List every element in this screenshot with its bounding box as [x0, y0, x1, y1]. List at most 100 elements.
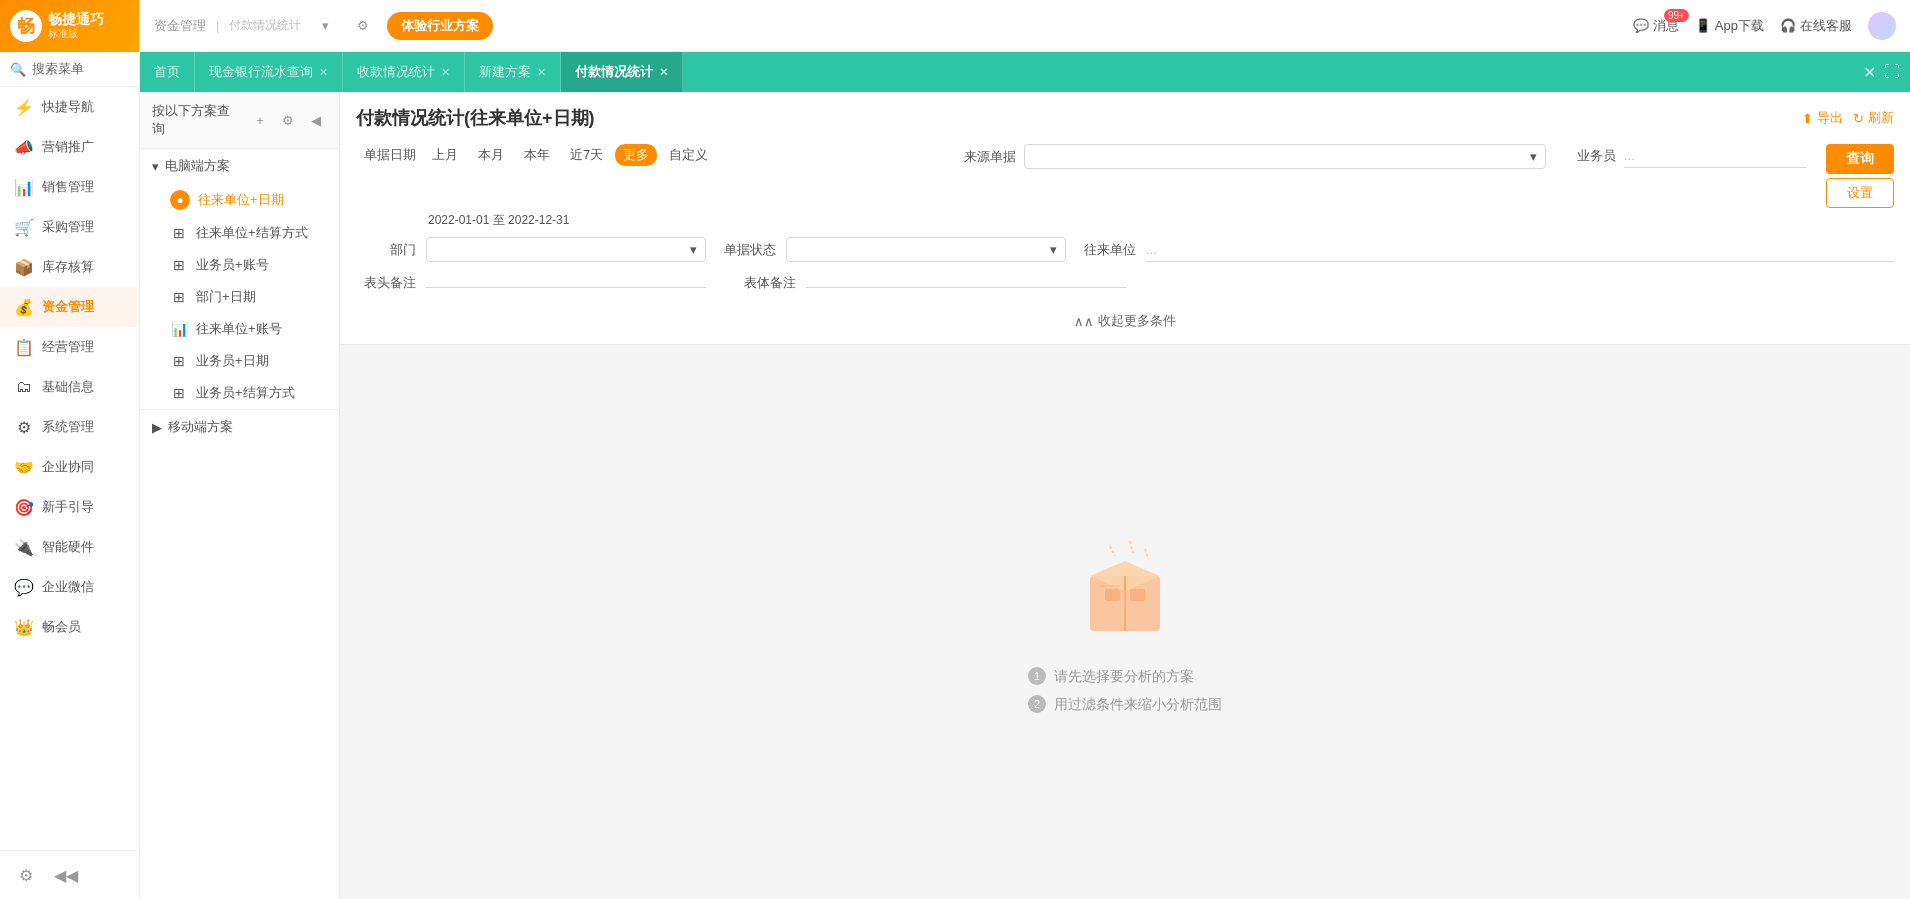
trial-btn[interactable]: 体验行业方案 [387, 12, 493, 40]
notifications-btn[interactable]: 💬 消息 99+ [1633, 17, 1679, 35]
sidebar-item-member[interactable]: 👑 畅会员 [0, 607, 139, 647]
tab-payment-stats[interactable]: 付款情况统计 ✕ [561, 52, 683, 92]
empty-step-2: 2 用过滤条件来缩小分析范围 [1028, 690, 1222, 718]
online-service-btn[interactable]: 🎧 在线客服 [1780, 17, 1852, 35]
tab-close-receipt-stats[interactable]: ✕ [441, 66, 450, 79]
sidebar-item-marketing[interactable]: 📣 营销推广 [0, 127, 139, 167]
scheme-item-dept-date[interactable]: ⊞ 部门+日期 [140, 281, 339, 313]
topbar-dropdown-btn[interactable]: ▾ [311, 12, 339, 40]
sidebar-item-purchase[interactable]: 🛒 采购管理 [0, 207, 139, 247]
sidebar-item-sales[interactable]: 📊 销售管理 [0, 167, 139, 207]
empty-illustration [1065, 526, 1185, 646]
empty-state: 1 请先选择要分析的方案 2 用过滤条件来缩小分析范围 [340, 345, 1910, 899]
dept-dropdown-icon: ▾ [690, 242, 697, 257]
scheme-item-unit-account[interactable]: 📊 往来单位+账号 [140, 313, 339, 345]
headset-icon: 🎧 [1780, 18, 1796, 33]
sidebar-item-quick-nav[interactable]: ⚡ 快捷导航 [0, 87, 139, 127]
sidebar-item-finance[interactable]: 💰 资金管理 [0, 287, 139, 327]
tab-home[interactable]: 首页 [140, 52, 195, 92]
svg-line-7 [1110, 546, 1115, 556]
sub-breadcrumb: 付款情况统计 [229, 17, 301, 34]
scheme-icon-4: 📊 [170, 320, 188, 338]
settings-bottom-btn[interactable]: ⚙ [10, 859, 42, 891]
refresh-btn[interactable]: ↻ 刷新 [1853, 109, 1894, 127]
desktop-scheme-group[interactable]: ▾ 电脑端方案 [140, 149, 339, 183]
collapse-sidebar-btn[interactable]: ◀◀ [50, 859, 82, 891]
sidebar-item-operation[interactable]: 📋 经营管理 [0, 327, 139, 367]
date-tab-this-year[interactable]: 本年 [516, 144, 558, 166]
sidebar-item-inventory[interactable]: 📦 库存核算 [0, 247, 139, 287]
newbie-icon: 🎯 [14, 497, 34, 517]
tabs-bar: 首页 现金银行流水查询 ✕ 收款情况统计 ✕ 新建方案 ✕ 付款情况统计 ✕ ✕… [140, 52, 1910, 92]
sidebar-item-newbie[interactable]: 🎯 新手引导 [0, 487, 139, 527]
purchase-icon: 🛒 [14, 217, 34, 237]
refresh-icon: ↻ [1853, 111, 1864, 126]
scheme-item-staff-date[interactable]: ⊞ 业务员+日期 [140, 345, 339, 377]
empty-texts: 1 请先选择要分析的方案 2 用过滤条件来缩小分析范围 [1028, 662, 1222, 718]
source-select[interactable]: ▾ [1024, 144, 1546, 169]
tab-bank-flow[interactable]: 现金银行流水查询 ✕ [195, 52, 343, 92]
setting-btn[interactable]: 设置 [1826, 178, 1894, 208]
member-icon: 👑 [14, 617, 34, 637]
header-note-input[interactable] [426, 279, 706, 288]
tab-close-new-scheme[interactable]: ✕ [537, 66, 546, 79]
staff-label: 业务员 [1556, 147, 1616, 165]
mobile-scheme-group[interactable]: ▶ 移动端方案 [140, 409, 339, 444]
tabs-expand-btn[interactable]: ⛶ [1884, 63, 1900, 81]
topbar-left: 资金管理 | 付款情况统计 ▾ ⚙ 体验行业方案 [154, 12, 493, 40]
tab-close-bank-flow[interactable]: ✕ [319, 66, 328, 79]
scheme-icon-3: ⊞ [170, 288, 188, 306]
scheme-item-staff-account[interactable]: ⊞ 业务员+账号 [140, 249, 339, 281]
basic-icon: 🗂 [14, 377, 34, 397]
sidebar-item-system[interactable]: ⚙ 系统管理 [0, 407, 139, 447]
user-avatar[interactable] [1868, 12, 1896, 40]
tab-close-payment-stats[interactable]: ✕ [659, 66, 668, 79]
sidebar-item-wechat[interactable]: 💬 企业微信 [0, 567, 139, 607]
body-note-input[interactable] [806, 279, 1126, 288]
date-tab-this-month[interactable]: 本月 [470, 144, 512, 166]
system-icon: ⚙ [14, 417, 34, 437]
tab-new-scheme[interactable]: 新建方案 ✕ [465, 52, 561, 92]
main-area: 资金管理 | 付款情况统计 ▾ ⚙ 体验行业方案 💬 消息 99+ 📱 App下… [140, 0, 1910, 899]
app-download-btn[interactable]: 📱 App下载 [1695, 17, 1764, 35]
doc-status-dropdown-icon: ▾ [1050, 242, 1057, 257]
tab-receipt-stats[interactable]: 收款情况统计 ✕ [343, 52, 465, 92]
dept-select[interactable]: ▾ [426, 237, 706, 262]
date-range-text: 2022-01-01 至 2022-12-31 [428, 213, 569, 227]
topbar-settings-btn[interactable]: ⚙ [349, 12, 377, 40]
doc-status-label: 单据状态 [716, 241, 776, 259]
doc-status-select[interactable]: ▾ [786, 237, 1066, 262]
partner-input[interactable]: ... [1146, 238, 1894, 262]
sidebar-item-basic[interactable]: 🗂 基础信息 [0, 367, 139, 407]
operation-icon: 📋 [14, 337, 34, 357]
finance-icon: 💰 [14, 297, 34, 317]
collapse-filter-btn[interactable]: ∧∧ 收起更多条件 [356, 304, 1894, 338]
sidebar-search[interactable]: 🔍 搜索菜单 [0, 52, 139, 87]
query-btn[interactable]: 查询 [1826, 144, 1894, 174]
tabs-close-all-btn[interactable]: ✕ [1863, 63, 1876, 82]
scheme-collapse-btn[interactable]: ◀ [305, 109, 327, 131]
active-scheme-icon: ● [170, 190, 190, 210]
date-tab-7days[interactable]: 近7天 [562, 144, 611, 166]
scheme-panel-header: 按以下方案查询 + ⚙ ◀ [140, 92, 339, 149]
staff-input[interactable]: ... [1624, 144, 1806, 168]
sidebar-item-enterprise[interactable]: 🤝 企业协同 [0, 447, 139, 487]
export-btn[interactable]: ⬆ 导出 [1802, 109, 1843, 127]
chevron-down-icon: ▾ [152, 159, 159, 174]
breadcrumb: 资金管理 [154, 17, 206, 35]
scheme-settings-btn[interactable]: ⚙ [277, 109, 299, 131]
scheme-item-staff-settle[interactable]: ⊞ 业务员+结算方式 [140, 377, 339, 409]
sidebar-nav: ⚡ 快捷导航 📣 营销推广 📊 销售管理 🛒 采购管理 📦 库存核算 💰 资金管… [0, 87, 139, 850]
date-tab-custom[interactable]: 自定义 [661, 144, 716, 166]
scheme-item-unit-date[interactable]: ● 往来单位+日期 [140, 183, 339, 217]
header-note-label: 表头备注 [356, 274, 416, 292]
sidebar-item-hardware[interactable]: 🔌 智能硬件 [0, 527, 139, 567]
scheme-item-unit-settle[interactable]: ⊞ 往来单位+结算方式 [140, 217, 339, 249]
date-tab-last-month[interactable]: 上月 [424, 144, 466, 166]
empty-step-1: 1 请先选择要分析的方案 [1028, 662, 1222, 690]
logo-icon: 畅 [10, 10, 42, 42]
right-action-btns: 查询 设置 [1826, 144, 1894, 208]
quick-nav-icon: ⚡ [14, 97, 34, 117]
date-tab-more[interactable]: 更多 [615, 144, 657, 166]
add-scheme-btn[interactable]: + [249, 109, 271, 131]
